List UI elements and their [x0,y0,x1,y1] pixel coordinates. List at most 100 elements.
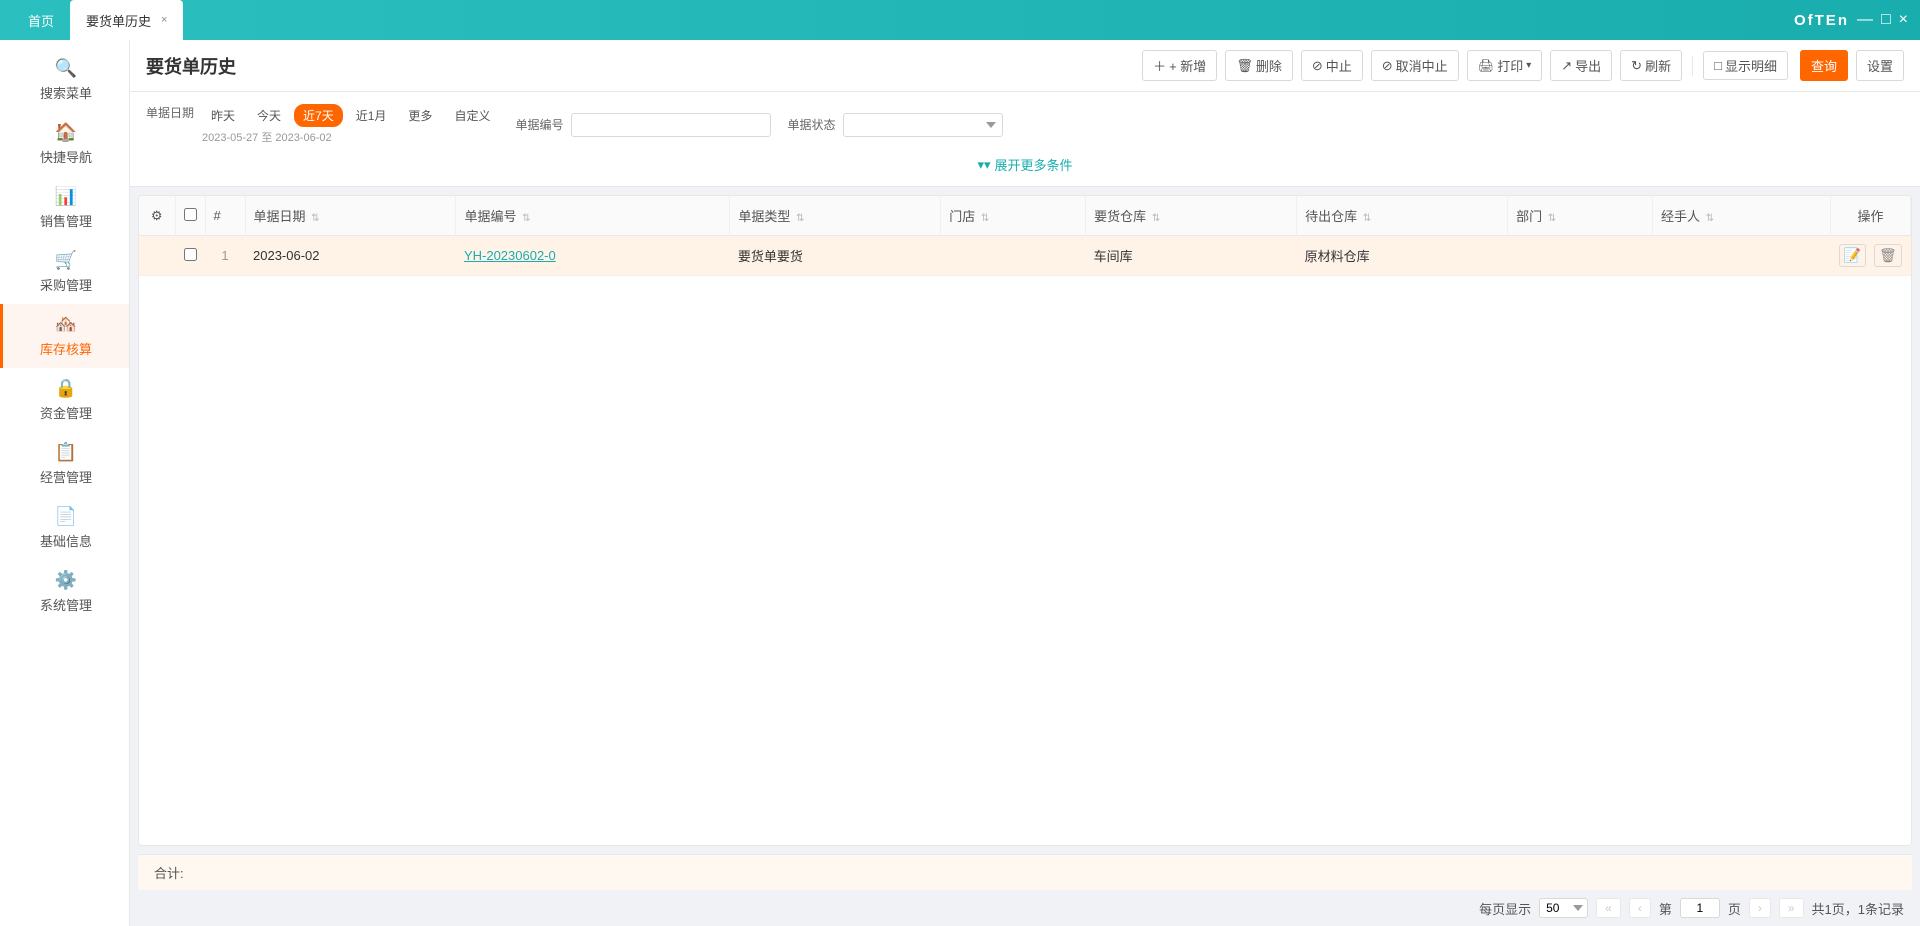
print-button[interactable]: 🖨 打印 ▾ [1467,50,1543,81]
window-minimize-btn[interactable]: — [1857,11,1873,29]
total-info: 共1页，1条记录 [1812,899,1904,918]
sidebar-item-quick-nav-label: 快捷导航 [40,147,92,166]
sidebar-item-system[interactable]: ⚙️ 系统管理 [0,560,129,624]
th-dept-sort-icon: ⇅ [1548,213,1556,224]
basic-icon: 📄 [55,506,77,527]
tab-history-close-icon[interactable]: × [161,14,167,26]
status-select[interactable]: 待审核 已审核 中止 [843,113,1003,137]
th-order-no[interactable]: 单据编号 ⇅ [456,196,730,236]
stop-icon: ⊘ [1312,58,1323,74]
total-label: 合计: [154,863,184,882]
th-order-type[interactable]: 单据类型 ⇅ [730,196,941,236]
sidebar-item-basic-label: 基础信息 [40,531,92,550]
date-btn-more[interactable]: 更多 [399,104,441,127]
stop-button[interactable]: ⊘ 中止 [1301,50,1363,81]
date-range-display: 2023-05-27 至 2023-06-02 [202,129,499,145]
sidebar-item-finance[interactable]: 🔒 资金管理 [0,368,129,432]
th-handler[interactable]: 经手人 ⇅ [1652,196,1830,236]
date-btn-custom[interactable]: 自定义 [445,104,499,127]
finance-icon: 🔒 [55,378,77,399]
tab-history[interactable]: 要货单历史 × [70,0,183,40]
th-settings[interactable]: ⚙ [139,196,175,236]
cancel-stop-button[interactable]: ⊘ 取消中止 [1371,50,1459,81]
window-close-btn[interactable]: × [1899,11,1908,29]
display-detail-button[interactable]: □ 显示明细 [1703,51,1788,80]
td-dept [1508,236,1653,276]
th-pending-warehouse[interactable]: 待出仓库 ⇅ [1297,196,1508,236]
th-warehouse[interactable]: 要货仓库 ⇅ [1086,196,1297,236]
page-size-select[interactable]: 10 20 50 100 [1539,898,1588,918]
sidebar-item-operation-label: 经营管理 [40,467,92,486]
th-date-label: 单据日期 [254,209,306,224]
th-dept-label: 部门 [1516,209,1542,224]
table-footer: 合计: [138,854,1912,890]
page-title: 要货单历史 [146,53,1134,79]
sidebar-item-sales[interactable]: 📊 销售管理 [0,176,129,240]
th-order-type-sort-icon: ⇅ [796,213,804,224]
new-button[interactable]: ＋ + 新增 [1142,50,1217,81]
new-label: + 新增 [1169,56,1206,75]
td-seq: 1 [205,236,245,276]
delete-icon: 🗑 [1236,58,1253,74]
sidebar-item-inventory[interactable]: 🏘️ 库存核算 [0,304,129,368]
sidebar-item-search[interactable]: 🔍 搜索菜单 [0,48,129,112]
inventory-icon: 🏘️ [55,314,77,335]
sidebar-item-system-label: 系统管理 [40,595,92,614]
table-row: 1 2023-06-02 YH-20230602-0 要货单要货 车间库 原材料… [139,236,1911,276]
first-page-btn[interactable]: « [1596,898,1621,918]
th-date[interactable]: 单据日期 ⇅ [245,196,456,236]
data-table: ⚙ # 单据日期 ⇅ 单据编号 ⇅ [139,196,1911,276]
tab-home[interactable]: 首页 [12,0,70,40]
th-order-type-label: 单据类型 [738,209,790,224]
delete-button[interactable]: 🗑 删除 [1225,50,1293,81]
table-wrapper[interactable]: ⚙ # 单据日期 ⇅ 单据编号 ⇅ [138,195,1912,846]
row-edit-icon[interactable]: 📝 [1839,244,1866,267]
settings-button[interactable]: 设置 [1856,50,1904,81]
th-store[interactable]: 门店 ⇅ [941,196,1086,236]
date-btn-last-month[interactable]: 近1月 [347,104,396,127]
order-no-input[interactable] [571,113,771,137]
sidebar-item-quick-nav[interactable]: 🏠 快捷导航 [0,112,129,176]
window-maximize-btn[interactable]: □ [1881,11,1891,29]
brand-name: OfTEn [1794,12,1849,29]
th-handler-sort-icon: ⇅ [1706,213,1714,224]
expand-more-btn[interactable]: ▾▾ 展开更多条件 [969,151,1080,178]
page-number-input[interactable] [1680,898,1720,918]
new-icon: ＋ [1153,56,1166,75]
export-icon: ↗ [1561,58,1572,74]
date-btn-today[interactable]: 今天 [248,104,290,127]
sidebar-item-purchase[interactable]: 🛒 采购管理 [0,240,129,304]
select-all-checkbox[interactable] [184,208,197,221]
query-button[interactable]: 查询 [1800,50,1848,81]
th-dept[interactable]: 部门 ⇅ [1508,196,1653,236]
th-date-sort-icon: ⇅ [311,213,319,224]
td-date: 2023-06-02 [245,236,456,276]
export-button[interactable]: ↗ 导出 [1550,50,1612,81]
status-select-wrapper: 待审核 已审核 中止 [843,113,1003,137]
td-store [941,236,1086,276]
date-btn-yesterday[interactable]: 昨天 [202,104,244,127]
filter-area: 单据日期 昨天 今天 近7天 近1月 更多 自定义 2023-05-27 至 2… [130,92,1920,187]
content-area: 要货单历史 ＋ + 新增 🗑 删除 ⊘ 中止 ⊘ 取消中止 🖨 打印 ▾ [130,40,1920,926]
row-delete-icon[interactable]: 🗑 [1874,244,1902,267]
last-page-btn[interactable]: » [1779,898,1804,918]
td-order-no[interactable]: YH-20230602-0 [456,236,730,276]
order-no-filter-group: 单据编号 [515,113,771,137]
next-page-btn[interactable]: › [1749,898,1771,918]
sidebar-item-finance-label: 资金管理 [40,403,92,422]
order-no-label: 单据编号 [515,116,563,133]
row-checkbox[interactable] [184,248,197,261]
top-bar: 首页 要货单历史 × OfTEn — □ × [0,0,1920,40]
sidebar-item-operation[interactable]: 📋 经营管理 [0,432,129,496]
date-btn-last7[interactable]: 近7天 [294,104,343,127]
th-handler-label: 经手人 [1661,209,1700,224]
refresh-button[interactable]: ↻ 刷新 [1620,50,1682,81]
prev-page-btn[interactable]: ‹ [1629,898,1651,918]
page-unit: 页 [1728,899,1741,918]
sidebar-item-basic[interactable]: 📄 基础信息 [0,496,129,560]
sidebar-item-search-label: 搜索菜单 [40,83,92,102]
th-seq: # [205,196,245,236]
print-icon: 🖨 [1478,58,1495,74]
main-layout: 🔍 搜索菜单 🏠 快捷导航 📊 销售管理 🛒 采购管理 🏘️ 库存核算 🔒 资金… [0,40,1920,926]
th-order-no-label: 单据编号 [464,209,516,224]
